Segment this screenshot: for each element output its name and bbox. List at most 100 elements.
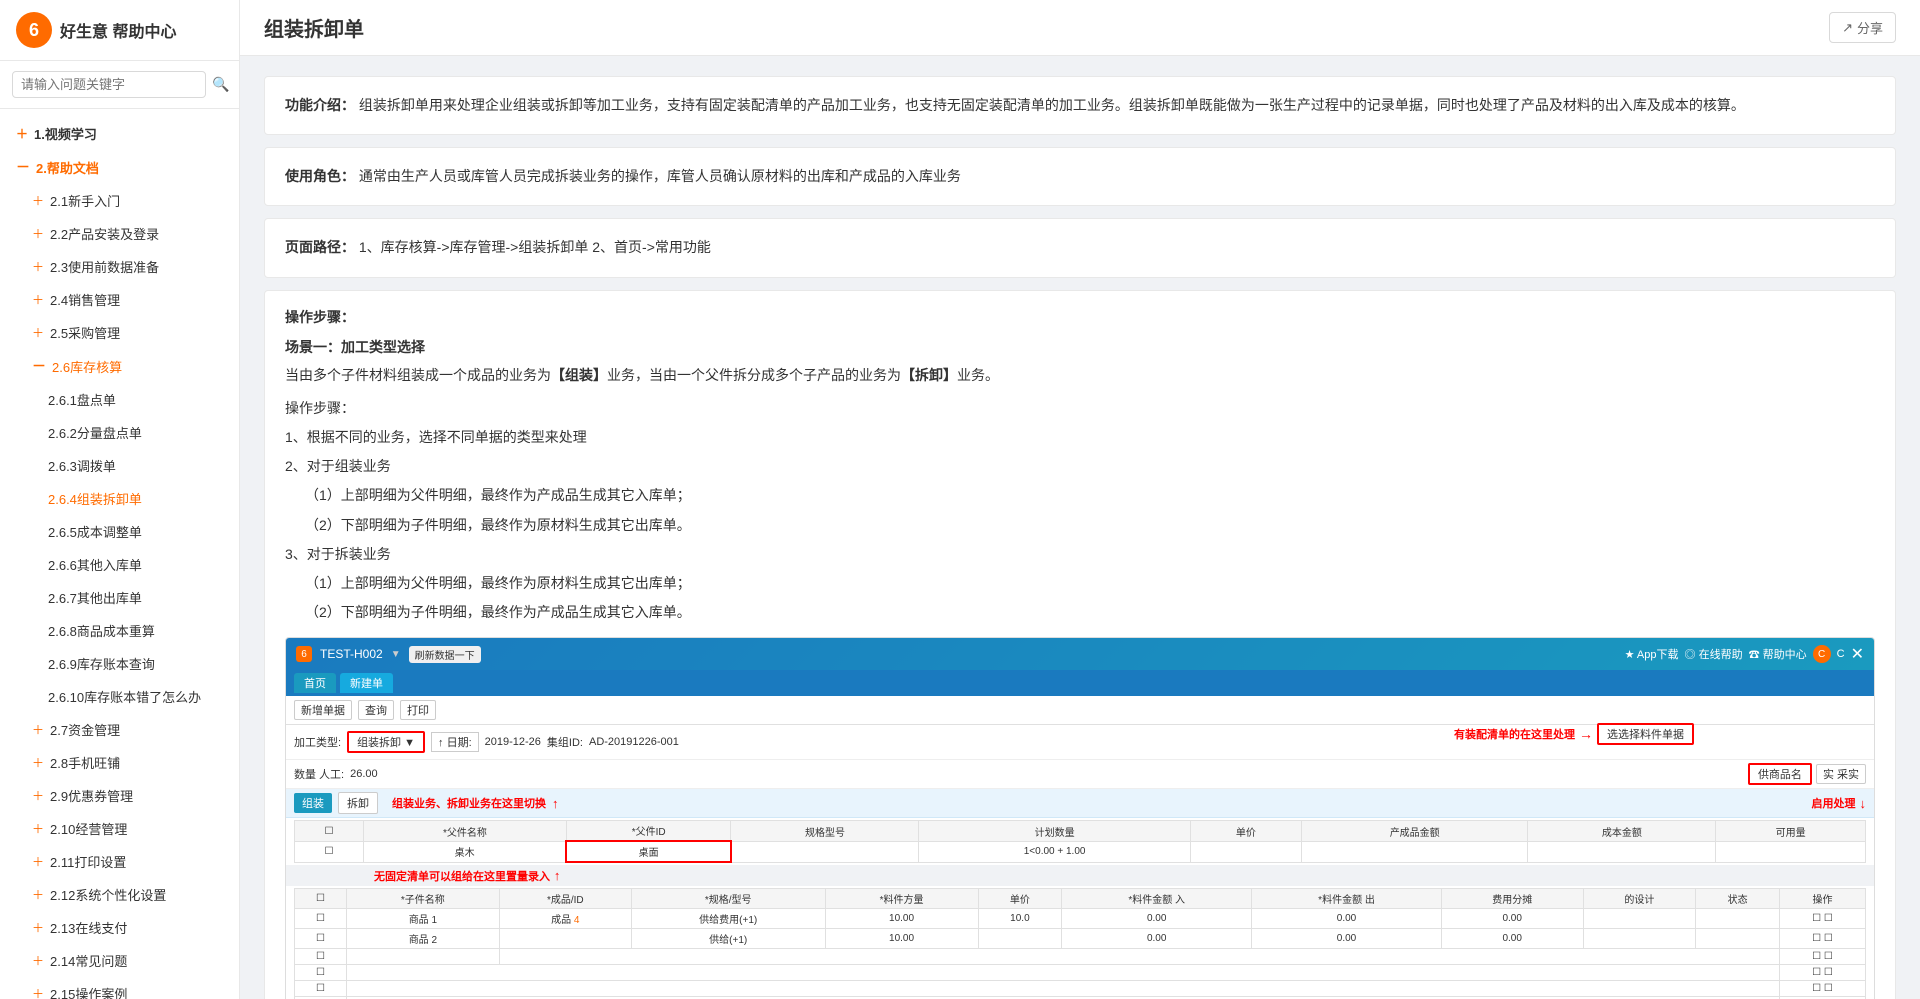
ms-form-label-group: 集组ID:	[547, 734, 583, 750]
scene1-desc: 当由多个子件材料组装成一个成品的业务为【组装】业务，当由一个父件拆分成多个子产品…	[285, 363, 1875, 388]
lt-r1-check[interactable]: ☐	[295, 909, 347, 929]
sidebar-item-ops[interactable]: ＋ 2.10经营管理	[0, 812, 239, 845]
step3-2: （2）下部明细为子件明细，最终作为产成品生成其它入库单。	[285, 600, 1875, 625]
lt-r2-ops	[1583, 929, 1696, 949]
col-avail: 可用量	[1716, 821, 1866, 842]
ms-tab-new[interactable]: 新建单	[340, 673, 393, 693]
sidebar-item-goodscost[interactable]: 2.6.8商品成本重算	[0, 614, 239, 647]
mock-screenshot: 6 TEST-H002 ▼ 刷新数据一下 ★ App下载 ◎ 在线帮助 ☎ 帮助…	[286, 638, 1874, 999]
path-card: 页面路径： 1、库存核算->库存管理->组装拆卸单 2、首页->常用功能	[264, 218, 1896, 277]
lt-r3-check[interactable]: ☐	[295, 949, 347, 965]
ms-form-area: 加工类型: 组装拆卸 ▼ ↑ 日期: 2019-12-26 集组ID: AD-2…	[286, 725, 1874, 760]
sidebar-item-stockledger[interactable]: 2.6.9库存账本查询	[0, 647, 239, 680]
ms-help-icon: ◎ 在线帮助	[1685, 646, 1743, 662]
ms-btn-search[interactable]: 查询	[358, 700, 394, 720]
plus-icon-4: ＋	[32, 258, 44, 275]
plus-icon-14: ＋	[32, 952, 44, 969]
ms-tab-home[interactable]: 首页	[294, 673, 336, 693]
lt-status: 状态	[1696, 889, 1780, 909]
annotation-enable: 供商品名 实 采实	[1748, 763, 1866, 785]
col-amount: 产成品金额	[1302, 821, 1528, 842]
ms-enable-confirm-btn[interactable]: 实 采实	[1816, 764, 1866, 784]
ms-refresh-btn[interactable]: 刷新数据一下	[409, 646, 481, 663]
lt-r1-t2: 0.00	[1252, 909, 1442, 929]
lt-r2-check[interactable]: ☐	[295, 929, 347, 949]
sidebar-item-print[interactable]: ＋ 2.11打印设置	[0, 845, 239, 878]
sidebar-item-prepare[interactable]: ＋ 2.3使用前数据准备	[0, 250, 239, 283]
ms-enable-input[interactable]: 供商品名	[1748, 763, 1812, 785]
plus-icon-12: ＋	[32, 886, 44, 903]
search-box[interactable]: 🔍	[0, 61, 239, 109]
sidebar-item-otherinstock[interactable]: 2.6.6其他入库单	[0, 548, 239, 581]
sidebar-item-splitstock[interactable]: 2.6.2分量盘点单	[0, 416, 239, 449]
ms-titlebar-left: 6 TEST-H002 ▼ 刷新数据一下	[296, 646, 481, 663]
lt-r1-status	[1696, 909, 1780, 929]
col-parent-id: *父件ID	[566, 821, 731, 842]
sidebar-item-mobile[interactable]: ＋ 2.8手机旺铺	[0, 746, 239, 779]
sidebar-item-cases[interactable]: ＋ 2.15操作案例	[0, 977, 239, 999]
sidebar-item-personalize[interactable]: ＋ 2.12系统个性化设置	[0, 878, 239, 911]
sidebar-item-adjust[interactable]: 2.6.3调拨单	[0, 449, 239, 482]
sidebar-item-faq[interactable]: ＋ 2.14常见问题	[0, 944, 239, 977]
search-input[interactable]	[12, 71, 206, 98]
sidebar-item-costadj[interactable]: 2.6.5成本调整单	[0, 515, 239, 548]
col-cost: 成本金额	[1528, 821, 1716, 842]
sidebar-item-otheroutstock[interactable]: 2.6.7其他出库单	[0, 581, 239, 614]
ms-section-tabs: 组装 拆卸 组装业务、拆卸业务在这里切换 ↑ 启用处理 ↓	[286, 789, 1874, 818]
sidebar-item-newbie[interactable]: ＋ 2.1新手入门	[0, 184, 239, 217]
lt-r4-check[interactable]: ☐	[295, 965, 347, 981]
sidebar-item-inventory[interactable]: － 2.6库存核算	[0, 349, 239, 383]
lt-r5-check[interactable]: ☐	[295, 981, 347, 997]
sidebar-item-coupon[interactable]: ＋ 2.9优惠券管理	[0, 779, 239, 812]
ms-tab-assembly[interactable]: 组装	[294, 793, 332, 813]
plus-icon-3: ＋	[32, 225, 44, 242]
sidebar-item-wrongaccount[interactable]: 2.6.10库存账本错了怎么办	[0, 680, 239, 713]
annotation-text-1: 有装配清单的在这里处理	[1454, 726, 1575, 742]
scene1-title: 场景一：加工类型选择	[285, 337, 1875, 357]
row1-check[interactable]: ☐	[295, 841, 364, 862]
sidebar-item-docs[interactable]: － 2.帮助文档	[0, 150, 239, 184]
ms-bill-select-btn[interactable]: 选选择料件单据	[1597, 723, 1694, 745]
sidebar-item-install[interactable]: ＋ 2.2产品安装及登录	[0, 217, 239, 250]
ms-sub-toolbar: 新增单据 查询 打印	[286, 696, 1874, 725]
ms-form-label-type: 加工类型:	[294, 734, 341, 750]
ms-upper-table: ☐ *父件名称 *父件ID 规格型号 计划数量 单价 产成品金额 成本金额 可用…	[294, 820, 1866, 863]
ms-type-selector[interactable]: 组装拆卸 ▼	[347, 731, 425, 753]
sidebar-item-video[interactable]: ＋ 1.视频学习	[0, 117, 239, 150]
col-material: *父件名称	[363, 821, 566, 842]
lt-total1: *料件金额 入	[1062, 889, 1252, 909]
lt-r1-spec: 供给费用(+1)	[631, 909, 825, 929]
lt-r4-empty	[346, 965, 1779, 981]
topbar: 组装拆卸单 ↗ 分享	[240, 0, 1920, 56]
ms-username: C	[1837, 648, 1845, 660]
share-button[interactable]: ↗ 分享	[1829, 12, 1896, 43]
sidebar-item-onlinepay[interactable]: ＋ 2.13在线支付	[0, 911, 239, 944]
lt-check: ☐	[295, 889, 347, 909]
sidebar-item-sales[interactable]: ＋ 2.4销售管理	[0, 283, 239, 316]
lt-r1-action: ☐ ☐	[1780, 909, 1866, 929]
row1-planqty: 1<0.00 + 1.00	[919, 841, 1190, 862]
ms-date-val: 2019-12-26	[485, 736, 541, 748]
lt-unit: 单价	[978, 889, 1062, 909]
role-text: 通常由生产人员或库管人员完成拆装业务的操作，库管人员确认原材料的出库和产成品的入…	[359, 168, 961, 184]
plus-icon-5: ＋	[32, 291, 44, 308]
ms-tab-disassembly[interactable]: 拆卸	[338, 792, 378, 814]
lt-remark: 费用分摊	[1441, 889, 1583, 909]
lt-child: *子件名称	[346, 889, 499, 909]
annotation-enable-right: 启用处理 ↓	[1812, 795, 1867, 811]
sidebar-item-stockcheck[interactable]: 2.6.1盘点单	[0, 383, 239, 416]
lt-r2-t1: 0.00	[1062, 929, 1252, 949]
search-icon[interactable]: 🔍	[212, 76, 229, 93]
ms-btn-create[interactable]: 新增单据	[294, 700, 352, 720]
lt-spec: *规格/型号	[631, 889, 825, 909]
lt-r3-action: ☐ ☐	[1780, 949, 1866, 965]
ms-close-icon[interactable]: ✕	[1851, 644, 1864, 664]
intro-title: 功能介绍：	[285, 97, 355, 113]
sidebar-item-fund[interactable]: ＋ 2.7资金管理	[0, 713, 239, 746]
logo-title: 好生意 帮助中心	[60, 18, 176, 42]
ms-btn-print[interactable]: 打印	[400, 700, 436, 720]
plus-icon-15: ＋	[32, 985, 44, 999]
sidebar-item-assembly[interactable]: 2.6.4组装拆卸单	[0, 482, 239, 515]
lt-r1-ops	[1583, 909, 1696, 929]
sidebar-item-purchase[interactable]: ＋ 2.5采购管理	[0, 316, 239, 349]
